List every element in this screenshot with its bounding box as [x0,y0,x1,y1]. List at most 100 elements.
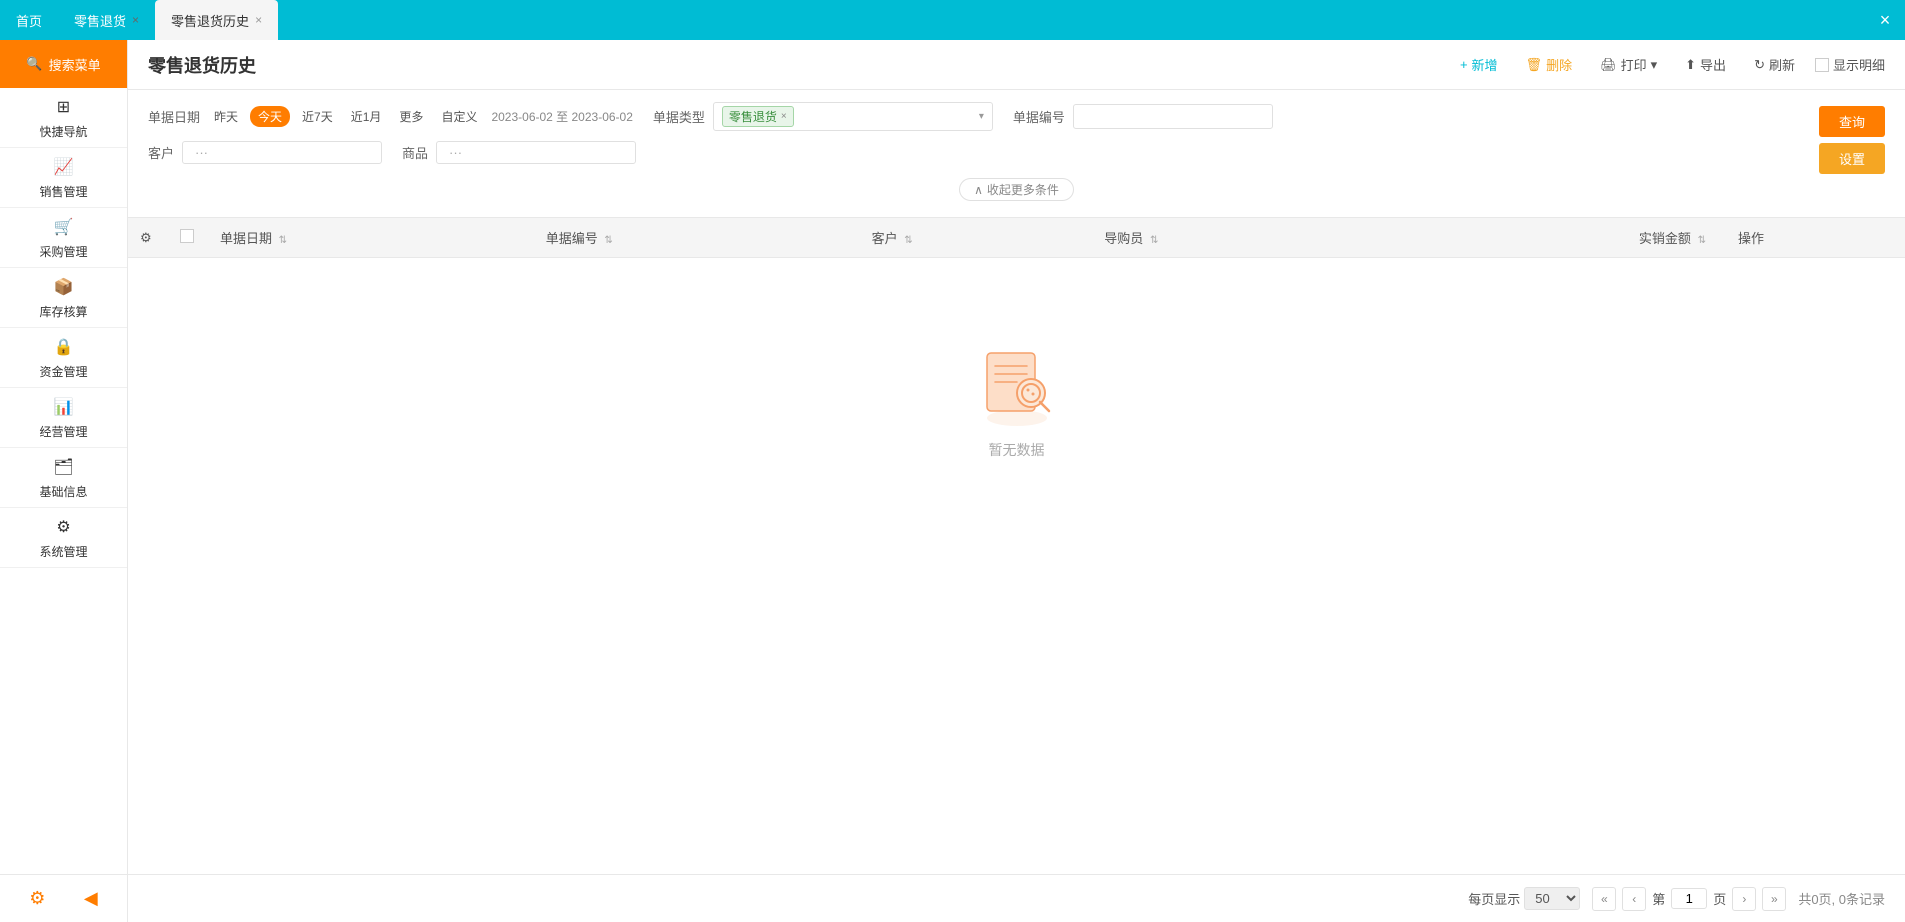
delete-button[interactable]: 🗑 删除 [1518,51,1581,78]
page-prev-button[interactable]: ‹ [1622,887,1646,911]
filter-area: 单据日期 昨天 今天 近7天 近1月 更多 自定义 2023-06-02 至 2… [128,90,1905,218]
export-button[interactable]: ⬆ 导出 [1677,51,1734,78]
sidebar-search[interactable]: 🔍 搜索菜单 [0,40,127,88]
th-amount-sort-icon: ⇅ [1698,235,1706,246]
sidebar-item-inventory[interactable]: 📦 库存核算 [0,268,127,328]
th-customer[interactable]: 客户 ⇅ [860,218,1093,258]
search-icon: 🔍 [26,56,42,72]
page-number-input[interactable] [1671,888,1707,909]
page-last-button[interactable]: » [1762,887,1786,911]
table-select-all-checkbox[interactable] [180,229,194,243]
collapse-sidebar-button[interactable]: ◀ [84,888,98,909]
th-settings[interactable]: ⚙ [128,218,168,258]
page-next-button[interactable]: › [1732,887,1756,911]
content-area: 零售退货历史 + 新增 🗑 删除 🖨 打印 ▾ ⬆ 导出 [128,40,1905,922]
date-btn-today[interactable]: 今天 [250,106,290,127]
sidebar-bottom: ⚙ ◀ [0,874,127,922]
sidebar-item-purchase-mgmt[interactable]: 🛒 采购管理 [0,208,127,268]
date-btn-custom[interactable]: 自定义 [435,106,483,127]
page-total-info: 共0页, 0条记录 [1798,889,1885,908]
print-chevron-icon: ▾ [1651,57,1658,73]
filter-type-item: 单据类型 零售退货 × ▾ [653,102,993,131]
type-filter-label: 单据类型 [653,107,705,126]
th-customer-label: 客户 [872,231,898,246]
settings-bottom-button[interactable]: ⚙ [29,888,45,909]
window-close-button[interactable]: × [1865,0,1905,40]
customer-filter-dots[interactable]: ··· [191,145,212,160]
th-code[interactable]: 单据编号 ⇅ [534,218,860,258]
tab-retail-return-close[interactable]: × [132,13,139,27]
th-customer-sort-icon: ⇅ [904,235,912,246]
show-detail-checkbox[interactable] [1815,58,1829,72]
refresh-label: 刷新 [1769,55,1795,74]
page-title: 零售退货历史 [148,52,1452,78]
th-code-sort-icon: ⇅ [604,235,612,246]
goods-filter-dots[interactable]: ··· [445,145,466,160]
export-label: 导出 [1700,55,1726,74]
customer-filter-label: 客户 [148,143,174,162]
customer-filter-input[interactable]: ··· [182,141,382,164]
data-table: ⚙ 单据日期 ⇅ 单据编号 ⇅ [128,218,1905,540]
th-checkbox[interactable] [168,218,208,258]
table-area: ⚙ 单据日期 ⇅ 单据编号 ⇅ [128,218,1905,874]
show-detail-toggle[interactable]: 显示明细 [1815,55,1885,74]
empty-state-cell: 暂无数据 [128,258,1905,541]
page-header: 零售退货历史 + 新增 🗑 删除 🖨 打印 ▾ ⬆ 导出 [128,40,1905,90]
query-button[interactable]: 查询 [1819,106,1885,137]
print-button[interactable]: 🖨 打印 ▾ [1592,51,1665,78]
date-btn-1month[interactable]: 近1月 [345,106,388,127]
page-first-button[interactable]: « [1592,887,1616,911]
sidebar-item-system-mgmt[interactable]: ⚙ 系统管理 [0,508,127,568]
page-unit: 页 [1713,889,1726,908]
th-date-sort-icon: ⇅ [279,235,287,246]
finance-icon: 🔒 [52,335,76,359]
th-amount[interactable]: 实销金额 ⇅ [1372,218,1726,258]
tab-home-label: 首页 [16,11,42,30]
sidebar-item-operations[interactable]: 📊 经营管理 [0,388,127,448]
refresh-button[interactable]: ↻ 刷新 [1746,51,1803,78]
th-date-label: 单据日期 [220,231,272,246]
type-tag-close[interactable]: × [781,111,787,122]
type-filter-chevron-icon: ▾ [979,111,984,122]
sidebar-item-quick-nav[interactable]: ⊞ 快捷导航 [0,88,127,148]
print-label: 打印 [1621,55,1647,74]
page-size-dropdown[interactable]: 50 10 20 100 [1524,887,1580,910]
header-actions: + 新增 🗑 删除 🖨 打印 ▾ ⬆ 导出 ↻ 刷新 [1452,51,1885,78]
date-btn-7days[interactable]: 近7天 [296,106,339,127]
tab-home[interactable]: 首页 [0,0,58,40]
add-label: 新增 [1472,55,1498,74]
sidebar-item-basic-info[interactable]: 🗂 基础信息 [0,448,127,508]
tab-retail-return-history[interactable]: 零售退货历史 × [155,0,278,40]
tab-retail-return[interactable]: 零售退货 × [58,0,155,40]
date-btn-more[interactable]: 更多 [393,106,429,127]
date-btn-yesterday[interactable]: 昨天 [208,106,244,127]
filter-customer-item: 客户 ··· [148,141,382,164]
code-filter-input[interactable] [1073,104,1273,129]
table-body: 暂无数据 [128,258,1905,541]
sidebar-item-purchase-mgmt-label: 采购管理 [39,243,87,260]
goods-filter-input[interactable]: ··· [436,141,636,164]
print-icon: 🖨 [1600,57,1617,73]
th-guide[interactable]: 导购员 ⇅ [1092,218,1371,258]
type-filter-select[interactable]: 零售退货 × ▾ [713,102,993,131]
th-guide-sort-icon: ⇅ [1150,235,1158,246]
th-ops-label: 操作 [1738,231,1764,246]
collapse-button[interactable]: ∧ 收起更多条件 [959,178,1074,201]
add-button[interactable]: + 新增 [1452,51,1506,78]
sidebar-item-finance[interactable]: 🔒 资金管理 [0,328,127,388]
tab-retail-return-label: 零售退货 [74,11,126,30]
filter-settings-button[interactable]: 设置 [1819,143,1885,174]
th-guide-label: 导购员 [1104,231,1143,246]
empty-illustration [967,338,1067,428]
filter-date-item: 单据日期 昨天 今天 近7天 近1月 更多 自定义 2023-06-02 至 2… [148,106,633,127]
inventory-icon: 📦 [52,275,76,299]
tab-retail-return-history-close[interactable]: × [255,13,262,27]
per-page-select: 每页显示 50 10 20 100 [1468,887,1580,910]
date-filter-label: 单据日期 [148,107,200,126]
sidebar-item-sales-mgmt[interactable]: 📈 销售管理 [0,148,127,208]
th-date[interactable]: 单据日期 ⇅ [208,218,534,258]
close-icon: × [1880,10,1891,31]
type-tag-value: 零售退货 [729,108,777,125]
sidebar-item-finance-label: 资金管理 [39,363,87,380]
sidebar-item-operations-label: 经营管理 [39,423,87,440]
